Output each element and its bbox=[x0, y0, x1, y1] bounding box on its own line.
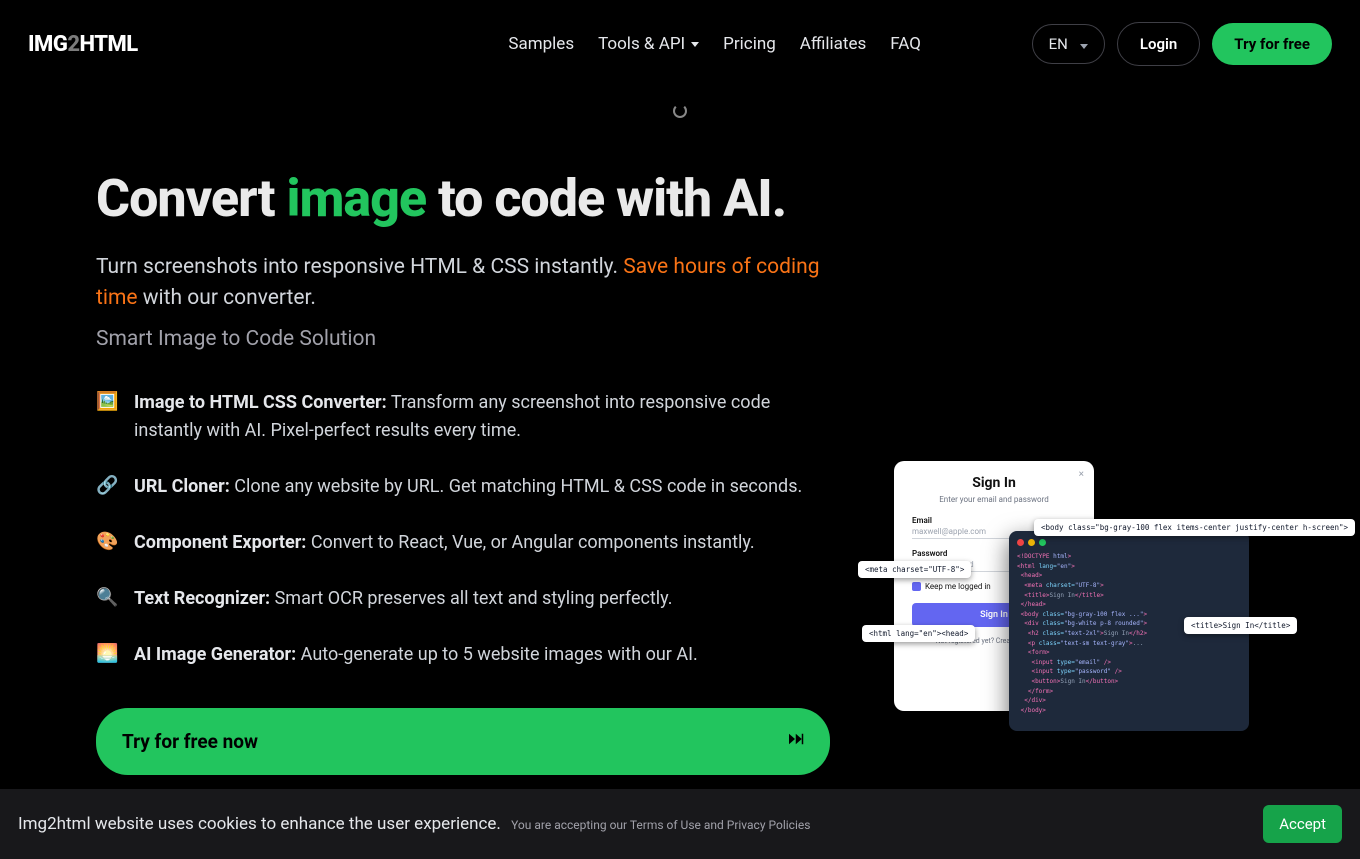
tooltip-meta: <meta charset="UTF-8"> bbox=[858, 561, 971, 578]
feature-text: URL Cloner: Clone any website by URL. Ge… bbox=[134, 473, 802, 501]
code-line: <meta charset="UTF-8"> bbox=[1017, 581, 1241, 591]
site-header: IMG2HTML Samples Tools & API Pricing Aff… bbox=[0, 0, 1360, 88]
feature-list: 🖼️ Image to HTML CSS Converter: Transfor… bbox=[96, 389, 830, 668]
try-for-free-now-button[interactable]: Try for free now bbox=[96, 708, 830, 775]
cookie-small: You are accepting our Terms of Use and P… bbox=[511, 818, 810, 832]
preview-illustration: × Sign In Enter your email and password … bbox=[864, 461, 1254, 741]
hero-left: Convert image to code with AI. Turn scre… bbox=[96, 170, 830, 852]
try-for-free-button[interactable]: Try for free bbox=[1212, 23, 1332, 65]
code-line: <input type="email" /> bbox=[1017, 658, 1241, 668]
feature-title: Component Exporter: bbox=[134, 532, 306, 553]
cookie-text: Img2html website uses cookies to enhance… bbox=[18, 814, 810, 834]
nav-pricing[interactable]: Pricing bbox=[723, 34, 776, 54]
feature-desc: Convert to React, Vue, or Angular compon… bbox=[306, 532, 754, 553]
feature-title: Text Recognizer: bbox=[134, 588, 270, 609]
code-line: </head> bbox=[1017, 600, 1241, 610]
fast-forward-icon bbox=[786, 730, 804, 753]
hero-title-accent: image bbox=[286, 168, 426, 229]
search-icon: 🔍 bbox=[96, 587, 118, 609]
hero-right: × Sign In Enter your email and password … bbox=[854, 170, 1264, 852]
cookie-banner: Img2html website uses cookies to enhance… bbox=[0, 789, 1360, 859]
code-line: </form> bbox=[1017, 687, 1241, 697]
tooltip-body: <body class="bg-gray-100 flex items-cent… bbox=[1034, 519, 1355, 536]
code-line: <input type="password" /> bbox=[1017, 667, 1241, 677]
hero-subtitle: Turn screenshots into responsive HTML & … bbox=[96, 252, 830, 313]
primary-nav: Samples Tools & API Pricing Affiliates F… bbox=[508, 34, 921, 54]
code-line: <!DOCTYPE html> bbox=[1017, 552, 1241, 562]
palette-icon: 🎨 bbox=[96, 531, 118, 553]
cookie-accept-button[interactable]: Accept bbox=[1263, 805, 1342, 843]
hero-title-post: to code with AI. bbox=[426, 168, 786, 229]
tooltip-html: <html lang="en"><head> bbox=[862, 625, 975, 642]
cookie-main: Img2html website uses cookies to enhance… bbox=[18, 814, 501, 834]
brand-part3: HTML bbox=[80, 32, 138, 57]
language-selector[interactable]: EN bbox=[1032, 24, 1105, 64]
code-line: <title>Sign In</title> bbox=[1017, 591, 1241, 601]
feature-title: URL Cloner: bbox=[134, 476, 230, 497]
sunset-icon: 🌅 bbox=[96, 643, 118, 665]
nav-tools-api[interactable]: Tools & API bbox=[598, 34, 699, 54]
feature-title: AI Image Generator: bbox=[134, 644, 296, 665]
brand-logo[interactable]: IMG2HTML bbox=[28, 32, 138, 57]
yellow-dot-icon bbox=[1028, 539, 1035, 546]
close-icon: × bbox=[1079, 469, 1084, 480]
feature-text: Text Recognizer: Smart OCR preserves all… bbox=[134, 585, 673, 613]
header-actions: EN Login Try for free bbox=[1032, 22, 1332, 66]
chevron-down-icon bbox=[1080, 35, 1088, 53]
code-line: <button>Sign In</button> bbox=[1017, 677, 1241, 687]
feature-desc: Auto-generate up to 5 website images wit… bbox=[296, 644, 698, 665]
hero-tagline: Smart Image to Code Solution bbox=[96, 327, 830, 351]
green-dot-icon bbox=[1039, 539, 1046, 546]
feature-text: Component Exporter: Convert to React, Vu… bbox=[134, 529, 755, 557]
feature-url-cloner: 🔗 URL Cloner: Clone any website by URL. … bbox=[96, 473, 830, 501]
preview-signin-subtitle: Enter your email and password bbox=[912, 495, 1076, 504]
feature-ai-image-generator: 🌅 AI Image Generator: Auto-generate up t… bbox=[96, 641, 830, 669]
login-button[interactable]: Login bbox=[1117, 22, 1200, 66]
feature-text-recognizer: 🔍 Text Recognizer: Smart OCR preserves a… bbox=[96, 585, 830, 613]
code-line: </body> bbox=[1017, 706, 1241, 716]
hero-title-pre: Convert bbox=[96, 168, 286, 229]
feature-component-exporter: 🎨 Component Exporter: Convert to React, … bbox=[96, 529, 830, 557]
hero-sub-post: with our converter. bbox=[138, 286, 316, 310]
hero-sub-pre: Turn screenshots into responsive HTML & … bbox=[96, 255, 623, 279]
preview-keep-label: Keep me logged in bbox=[925, 582, 991, 591]
cta-label: Try for free now bbox=[122, 730, 258, 753]
nav-affiliates[interactable]: Affiliates bbox=[800, 34, 866, 54]
feature-desc: Clone any website by URL. Get matching H… bbox=[230, 476, 802, 497]
nav-faq[interactable]: FAQ bbox=[890, 34, 921, 54]
tooltip-title: <title>Sign In</title> bbox=[1184, 617, 1297, 634]
feature-desc: Smart OCR preserves all text and styling… bbox=[270, 588, 672, 609]
brand-part2: 2 bbox=[67, 32, 79, 57]
checkbox-icon bbox=[912, 582, 921, 591]
code-line: <p class="text-sm text-gray">... bbox=[1017, 639, 1241, 649]
brand-part1: IMG bbox=[28, 32, 67, 57]
language-label: EN bbox=[1049, 35, 1068, 53]
code-line: <form> bbox=[1017, 648, 1241, 658]
traffic-lights-icon bbox=[1017, 539, 1241, 546]
loading-spinner-icon bbox=[673, 104, 687, 118]
feature-title: Image to HTML CSS Converter: bbox=[134, 392, 387, 413]
feature-text: Image to HTML CSS Converter: Transform a… bbox=[134, 389, 830, 445]
picture-icon: 🖼️ bbox=[96, 391, 118, 413]
preview-signin-title: Sign In bbox=[912, 475, 1076, 491]
red-dot-icon bbox=[1017, 539, 1024, 546]
nav-samples[interactable]: Samples bbox=[508, 34, 574, 54]
main-content: Convert image to code with AI. Turn scre… bbox=[0, 118, 1360, 852]
code-line: <html lang="en"> bbox=[1017, 562, 1241, 572]
code-line: <head> bbox=[1017, 571, 1241, 581]
feature-image-converter: 🖼️ Image to HTML CSS Converter: Transfor… bbox=[96, 389, 830, 445]
feature-text: AI Image Generator: Auto-generate up to … bbox=[134, 641, 698, 669]
link-icon: 🔗 bbox=[96, 475, 118, 497]
hero-title: Convert image to code with AI. bbox=[96, 170, 830, 228]
code-line: </div> bbox=[1017, 696, 1241, 706]
nav-tools-label: Tools & API bbox=[598, 34, 685, 54]
